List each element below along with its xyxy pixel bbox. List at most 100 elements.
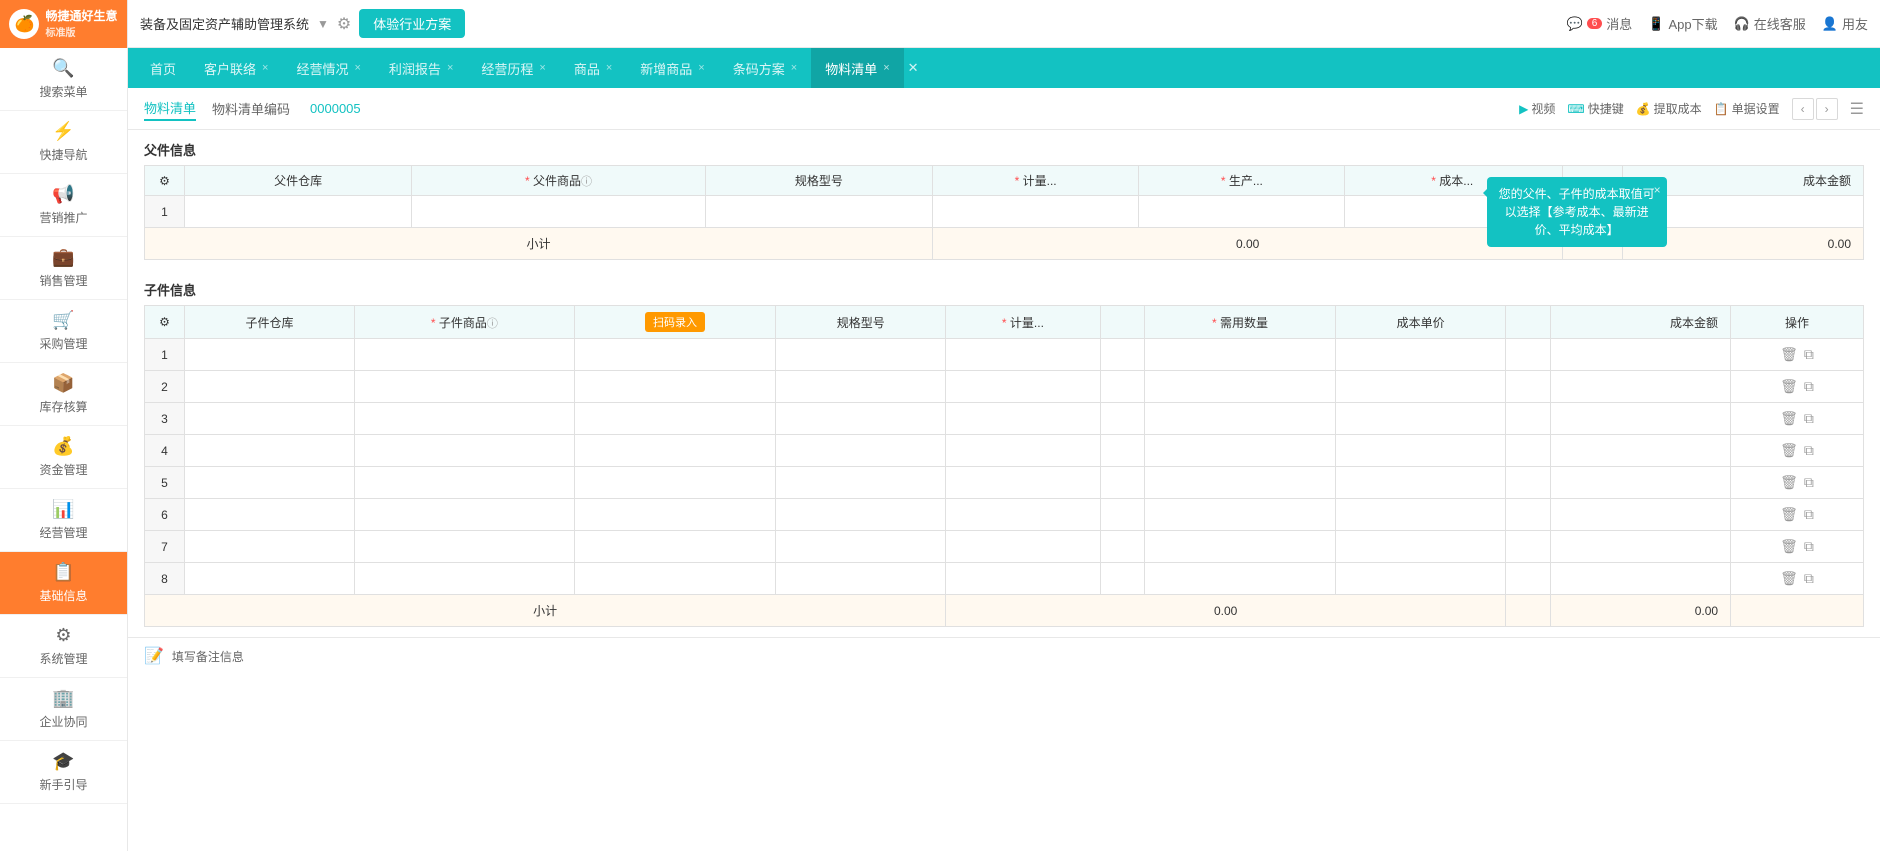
delete-icon-3[interactable]: 🗑 xyxy=(1780,410,1798,427)
action-video[interactable]: ▶ 视频 xyxy=(1519,100,1555,117)
copy-icon-3[interactable]: ⧉ xyxy=(1804,410,1814,427)
nav-next[interactable]: › xyxy=(1816,98,1838,120)
child-cell-qty-8[interactable] xyxy=(1145,563,1336,595)
delete-icon-4[interactable]: 🗑 xyxy=(1780,442,1798,459)
delete-icon-1[interactable]: 🗑 xyxy=(1780,346,1798,363)
action-shortcut[interactable]: ⌨ 快捷键 xyxy=(1567,100,1623,117)
tab-close-goods[interactable]: × xyxy=(606,62,612,74)
copy-icon-2[interactable]: ⧉ xyxy=(1804,378,1814,395)
child-cell-qty-2[interactable] xyxy=(1145,371,1336,403)
child-cell-qty-3[interactable] xyxy=(1145,403,1336,435)
action-extract-cost[interactable]: 💰 提取成本 xyxy=(1636,100,1702,117)
child-cell-price-3[interactable] xyxy=(1336,403,1506,435)
sub-tab-bom[interactable]: 物料清单 xyxy=(144,96,196,121)
sidebar-item-quick-nav[interactable]: ⚡ 快捷导航 xyxy=(0,111,127,174)
tab-close-bom[interactable]: × xyxy=(883,62,889,74)
sidebar-item-inventory[interactable]: 📦 库存核算 xyxy=(0,363,127,426)
child-cell-goods-5[interactable] xyxy=(355,467,575,499)
child-cell-unit-5[interactable] xyxy=(946,467,1100,499)
child-cell-qty-4[interactable] xyxy=(1145,435,1336,467)
parent-cell-warehouse-1[interactable] xyxy=(185,196,412,228)
child-cell-unit-2[interactable] xyxy=(946,371,1100,403)
sidebar-item-finance[interactable]: 💰 资金管理 xyxy=(0,426,127,489)
th-child-gear[interactable]: ⚙ xyxy=(145,306,185,339)
child-cell-goods-3[interactable] xyxy=(355,403,575,435)
child-cell-goods-2[interactable] xyxy=(355,371,575,403)
child-cell-spec-2[interactable] xyxy=(776,371,946,403)
child-cell-warehouse-6[interactable] xyxy=(185,499,355,531)
th-parent-gear[interactable]: ⚙ xyxy=(145,166,185,196)
child-cell-warehouse-2[interactable] xyxy=(185,371,355,403)
child-cell-spec-5[interactable] xyxy=(776,467,946,499)
child-cell-spec-8[interactable] xyxy=(776,563,946,595)
child-cell-price-8[interactable] xyxy=(1336,563,1506,595)
child-cell-unit-3[interactable] xyxy=(946,403,1100,435)
tab-barcode[interactable]: 条码方案 × xyxy=(719,48,811,88)
copy-icon-6[interactable]: ⧉ xyxy=(1804,506,1814,523)
child-cell-price-1[interactable] xyxy=(1336,339,1506,371)
grid-view-icon[interactable]: ☰ xyxy=(1850,99,1864,119)
bottom-label[interactable]: 填写备注信息 xyxy=(172,648,244,665)
child-cell-unit-8[interactable] xyxy=(946,563,1100,595)
tab-close-operations[interactable]: × xyxy=(354,62,360,74)
child-cell-warehouse-1[interactable] xyxy=(185,339,355,371)
online-service-item[interactable]: 🎧 在线客服 xyxy=(1734,14,1806,33)
child-cell-warehouse-3[interactable] xyxy=(185,403,355,435)
child-cell-qty-1[interactable] xyxy=(1145,339,1336,371)
copy-icon-4[interactable]: ⧉ xyxy=(1804,442,1814,459)
child-cell-spec-7[interactable] xyxy=(776,531,946,563)
tab-close-customer[interactable]: × xyxy=(262,62,268,74)
tab-close-new-goods[interactable]: × xyxy=(698,62,704,74)
child-cell-price-2[interactable] xyxy=(1336,371,1506,403)
nav-prev[interactable]: ‹ xyxy=(1792,98,1814,120)
child-cell-qty-5[interactable] xyxy=(1145,467,1336,499)
child-cell-unit-6[interactable] xyxy=(946,499,1100,531)
parent-cell-production-1[interactable] xyxy=(1139,196,1345,228)
child-cell-goods-7[interactable] xyxy=(355,531,575,563)
scan-button[interactable]: 扫码录入 xyxy=(645,312,705,332)
child-cell-unit-1[interactable] xyxy=(946,339,1100,371)
child-cell-warehouse-5[interactable] xyxy=(185,467,355,499)
child-cell-unit-7[interactable] xyxy=(946,531,1100,563)
sidebar-item-sales[interactable]: 💼 销售管理 xyxy=(0,237,127,300)
child-cell-price-5[interactable] xyxy=(1336,467,1506,499)
copy-icon-7[interactable]: ⧉ xyxy=(1804,538,1814,555)
sidebar-item-enterprise[interactable]: 🏢 企业协同 xyxy=(0,678,127,741)
sidebar-item-search[interactable]: 🔍 搜索菜单 xyxy=(0,48,127,111)
child-cell-spec-4[interactable] xyxy=(776,435,946,467)
app-download-item[interactable]: 📱 App下载 xyxy=(1648,14,1717,33)
parent-cell-goods-1[interactable] xyxy=(412,196,706,228)
copy-icon-1[interactable]: ⧉ xyxy=(1804,346,1814,363)
sidebar-item-operations[interactable]: 📊 经营管理 xyxy=(0,489,127,552)
child-cell-goods-6[interactable] xyxy=(355,499,575,531)
child-cell-price-6[interactable] xyxy=(1336,499,1506,531)
tab-home[interactable]: 首页 xyxy=(136,48,190,88)
experience-button[interactable]: 体验行业方案 xyxy=(359,9,465,38)
sidebar-item-marketing[interactable]: 📢 营销推广 xyxy=(0,174,127,237)
delete-icon-2[interactable]: 🗑 xyxy=(1780,378,1798,395)
child-cell-warehouse-8[interactable] xyxy=(185,563,355,595)
child-cell-goods-4[interactable] xyxy=(355,435,575,467)
child-cell-price-7[interactable] xyxy=(1336,531,1506,563)
tab-profit[interactable]: 利润报告 × xyxy=(375,48,467,88)
sidebar-item-basic-info[interactable]: 📋 基础信息 xyxy=(0,552,127,615)
parent-cell-unit-1[interactable] xyxy=(933,196,1139,228)
child-cell-spec-3[interactable] xyxy=(776,403,946,435)
tab-bom[interactable]: 物料清单 × xyxy=(811,48,903,88)
user-item[interactable]: 👤 用友 xyxy=(1822,14,1868,33)
tab-close-profit[interactable]: × xyxy=(447,62,453,74)
child-cell-qty-6[interactable] xyxy=(1145,499,1336,531)
child-cell-goods-1[interactable] xyxy=(355,339,575,371)
messages-item[interactable]: 💬 6 消息 xyxy=(1567,14,1633,33)
tab-close-history[interactable]: × xyxy=(539,62,545,74)
settings-icon[interactable]: ⚙ xyxy=(337,14,351,34)
sidebar-item-system[interactable]: ⚙ 系统管理 xyxy=(0,615,127,678)
delete-icon-8[interactable]: 🗑 xyxy=(1780,570,1798,587)
child-cell-qty-7[interactable] xyxy=(1145,531,1336,563)
sidebar-item-purchase[interactable]: 🛒 采购管理 xyxy=(0,300,127,363)
tab-close-barcode[interactable]: × xyxy=(791,62,797,74)
tab-history[interactable]: 经营历程 × xyxy=(467,48,559,88)
tab-operations[interactable]: 经营情况 × xyxy=(282,48,374,88)
tab-new-goods[interactable]: 新增商品 × xyxy=(626,48,718,88)
delete-icon-7[interactable]: 🗑 xyxy=(1780,538,1798,555)
